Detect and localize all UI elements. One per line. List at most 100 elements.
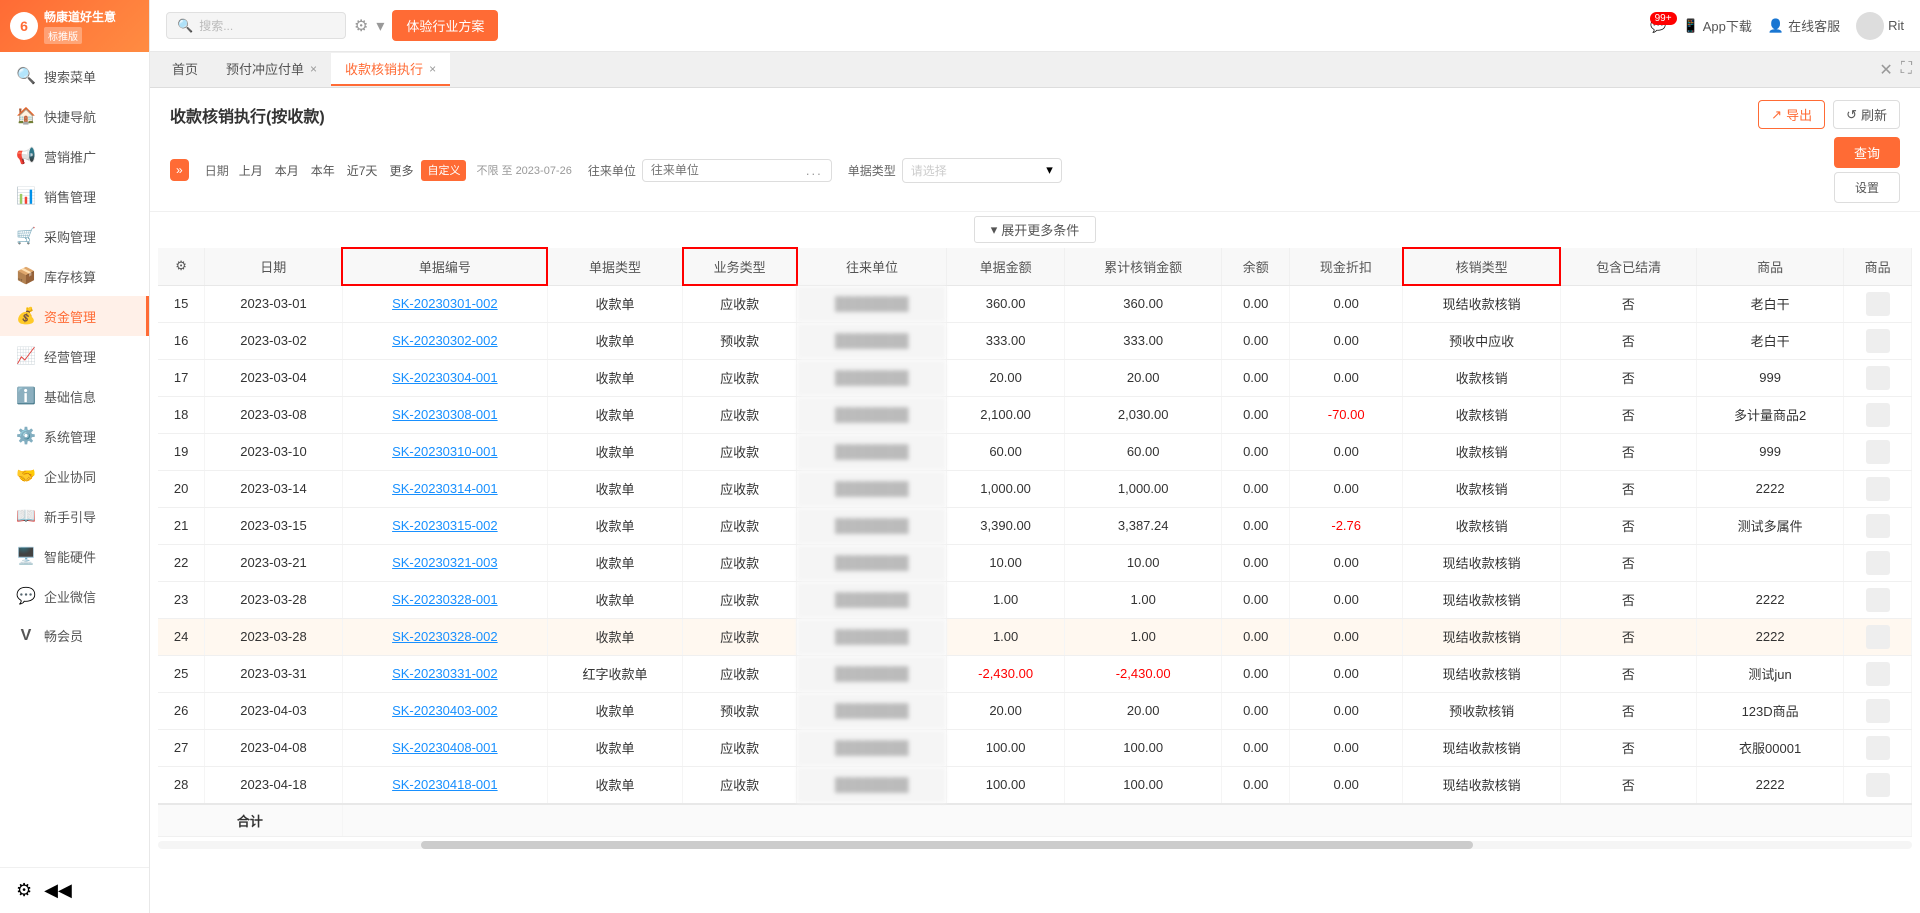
row-id: 19 (158, 433, 205, 470)
sidebar-item-search[interactable]: 🔍 搜索菜单 (0, 56, 149, 96)
sidebar-item-hardware[interactable]: 🖥️ 智能硬件 (0, 536, 149, 576)
sidebar-item-finance[interactable]: 💰 资金管理 (0, 296, 149, 336)
row-product-img (1844, 433, 1912, 470)
tab-home[interactable]: 首页 (158, 53, 212, 86)
row-bill-no[interactable]: SK-20230308-001 (342, 396, 547, 433)
sidebar-item-member[interactable]: V 畅会员 (0, 616, 149, 655)
row-include-settled: 否 (1560, 470, 1696, 507)
refresh-button[interactable]: ↺ 刷新 (1833, 100, 1900, 129)
filter-toggle-button[interactable]: » (170, 159, 189, 181)
row-bill-no[interactable]: SK-20230315-002 (342, 507, 547, 544)
date-more[interactable]: 更多 (385, 160, 417, 181)
tab-prepay-close[interactable]: × (310, 62, 317, 76)
row-product: 衣服00001 (1696, 729, 1844, 766)
row-date: 2023-03-14 (205, 470, 343, 507)
user-menu[interactable]: Rit (1856, 12, 1904, 40)
col-cancel-type[interactable]: 核销类型 (1403, 248, 1561, 285)
tab-close-all-icon[interactable]: ✕ (1879, 60, 1892, 80)
row-biz-type: 预收款 (683, 692, 797, 729)
col-gear[interactable]: ⚙ (158, 248, 205, 285)
tab-collection[interactable]: 收款核销执行 × (331, 53, 450, 86)
sidebar-item-sales[interactable]: 📊 销售管理 (0, 176, 149, 216)
row-bill-no[interactable]: SK-20230331-002 (342, 655, 547, 692)
sidebar-item-enterprise[interactable]: 🤝 企业协同 (0, 456, 149, 496)
counterpart-input[interactable]: ... (642, 159, 832, 182)
sidebar-item-guide[interactable]: 📖 新手引导 (0, 496, 149, 536)
export-button[interactable]: ↗ 导出 (1758, 100, 1825, 129)
row-bill-no[interactable]: SK-20230408-001 (342, 729, 547, 766)
logo-icon: 6 (10, 12, 38, 40)
collapse-icon[interactable]: ◀◀ (44, 880, 72, 901)
online-service-button[interactable]: 👤 在线客服 (1768, 16, 1840, 35)
sidebar-item-system[interactable]: ⚙️ 系统管理 (0, 416, 149, 456)
topbar-gear-icon[interactable]: ⚙ (354, 16, 368, 36)
col-acc-amount[interactable]: 累计核销金额 (1064, 248, 1222, 285)
row-bill-no[interactable]: SK-20230302-002 (342, 322, 547, 359)
query-button[interactable]: 查询 (1834, 137, 1900, 168)
row-bill-no[interactable]: SK-20230321-003 (342, 544, 547, 581)
bill-type-select[interactable]: 请选择 ▾ (902, 158, 1062, 183)
counterpart-field[interactable] (651, 163, 806, 177)
topbar-search[interactable]: 🔍 搜索... (166, 12, 346, 39)
row-bill-no[interactable]: SK-20230328-001 (342, 581, 547, 618)
tab-collection-close[interactable]: × (429, 62, 436, 76)
row-acc-amount: 10.00 (1064, 544, 1222, 581)
row-bill-no[interactable]: SK-20230304-001 (342, 359, 547, 396)
sidebar-item-wechat[interactable]: 💬 企业微信 (0, 576, 149, 616)
row-id: 17 (158, 359, 205, 396)
row-acc-amount: 60.00 (1064, 433, 1222, 470)
settings-gear-icon[interactable]: ⚙ (16, 880, 32, 901)
date-last-7days[interactable]: 近7天 (343, 160, 382, 181)
col-date[interactable]: 日期 (205, 248, 343, 285)
sidebar-item-purchase[interactable]: 🛒 采购管理 (0, 216, 149, 256)
table-row: 232023-03-28SK-20230328-001收款单应收款███████… (158, 581, 1912, 618)
main-area: 🔍 搜索... ⚙ ▾ 体验行业方案 💬 99+ 📱 App下载 👤 在线客服 (150, 0, 1920, 913)
row-bill-no[interactable]: SK-20230418-001 (342, 766, 547, 804)
col-amount[interactable]: 单据金额 (947, 248, 1065, 285)
col-cash-discount[interactable]: 现金折扣 (1289, 248, 1402, 285)
sidebar-item-operations[interactable]: 📈 经营管理 (0, 336, 149, 376)
tab-prepay[interactable]: 预付冲应付单 × (212, 53, 331, 86)
col-product[interactable]: 商品 (1696, 248, 1844, 285)
sidebar-item-marketing[interactable]: 📢 营销推广 (0, 136, 149, 176)
sidebar-item-home[interactable]: 🏠 快捷导航 (0, 96, 149, 136)
col-bill-no[interactable]: 单据编号 (342, 248, 547, 285)
col-counterpart[interactable]: 往来单位 (797, 248, 947, 285)
col-product-img[interactable]: 商品 (1844, 248, 1912, 285)
data-table: ⚙ 日期 单据编号 单据类型 业务类型 往来单位 单据金额 累计核销金额 余额 … (158, 247, 1912, 837)
sidebar-item-inventory[interactable]: 📦 库存核算 (0, 256, 149, 296)
row-product-img (1844, 396, 1912, 433)
table-body: 152023-03-01SK-20230301-002收款单应收款███████… (158, 285, 1912, 804)
date-custom[interactable]: 自定义 (421, 160, 466, 181)
expand-conditions-button[interactable]: ▾ 展开更多条件 (974, 216, 1097, 243)
col-bill-type[interactable]: 单据类型 (547, 248, 682, 285)
topbar-chevron-icon[interactable]: ▾ (376, 16, 384, 36)
date-this-month[interactable]: 本月 (271, 160, 303, 181)
row-bill-no[interactable]: SK-20230403-002 (342, 692, 547, 729)
row-bill-no[interactable]: SK-20230301-002 (342, 285, 547, 322)
app-download-button[interactable]: 📱 App下载 (1683, 16, 1752, 35)
row-bill-no[interactable]: SK-20230310-001 (342, 433, 547, 470)
row-product-img (1844, 766, 1912, 804)
col-biz-type[interactable]: 业务类型 (683, 248, 797, 285)
row-biz-type: 应收款 (683, 581, 797, 618)
export-icon: ↗ (1771, 107, 1782, 123)
row-id: 16 (158, 322, 205, 359)
col-balance[interactable]: 余额 (1222, 248, 1290, 285)
setting-button[interactable]: 设置 (1834, 172, 1900, 203)
row-balance: 0.00 (1222, 618, 1290, 655)
finance-icon: 💰 (16, 306, 36, 326)
row-amount: 1,000.00 (947, 470, 1065, 507)
date-this-year[interactable]: 本年 (307, 160, 339, 181)
table-row: 182023-03-08SK-20230308-001收款单应收款███████… (158, 396, 1912, 433)
sidebar-item-basics[interactable]: ℹ️ 基础信息 (0, 376, 149, 416)
solution-button[interactable]: 体验行业方案 (392, 10, 498, 41)
tab-maximize-icon[interactable]: ⛶ (1901, 60, 1912, 80)
counterpart-dots-icon[interactable]: ... (806, 163, 823, 178)
row-bill-no[interactable]: SK-20230328-002 (342, 618, 547, 655)
row-bill-no[interactable]: SK-20230314-001 (342, 470, 547, 507)
enterprise-icon: 🤝 (16, 466, 36, 486)
date-last-month[interactable]: 上月 (235, 160, 267, 181)
col-include-settled[interactable]: 包含已结清 (1560, 248, 1696, 285)
message-button[interactable]: 💬 99+ (1650, 18, 1666, 34)
